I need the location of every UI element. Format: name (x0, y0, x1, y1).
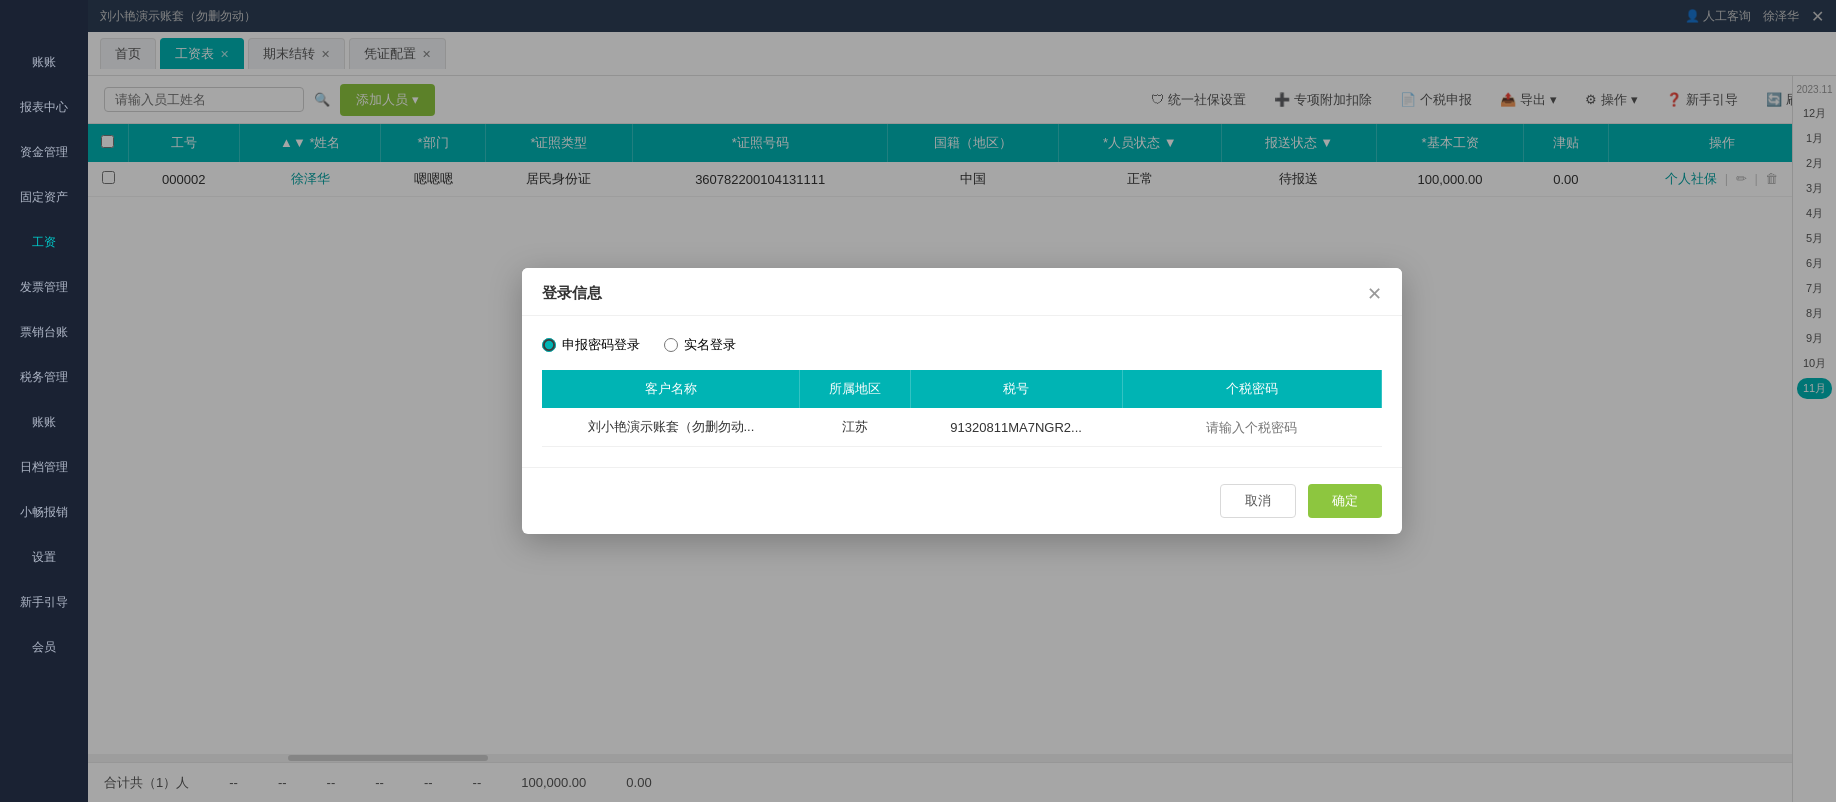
confirm-button[interactable]: 确定 (1308, 484, 1382, 518)
modal-col-client: 客户名称 (542, 370, 800, 408)
radio-password-input[interactable] (542, 338, 556, 352)
modal-overlay: 登录信息 ✕ 申报密码登录 实名登录 客户名称 所属地区 (88, 0, 1836, 802)
sidebar-item-assets[interactable]: 固定资产 (0, 175, 88, 220)
login-info-modal: 登录信息 ✕ 申报密码登录 实名登录 客户名称 所属地区 (522, 268, 1402, 534)
modal-title: 登录信息 (542, 284, 602, 303)
modal-region: 江苏 (842, 419, 868, 434)
sidebar-item-accounting[interactable]: 账账 (0, 40, 88, 85)
modal-region-cell: 江苏 (800, 408, 910, 447)
modal-col-region: 所属地区 (800, 370, 910, 408)
modal-taxno-cell: 91320811MA7NGR2... (910, 408, 1122, 447)
radio-realname-label: 实名登录 (684, 336, 736, 354)
login-type-radio-group: 申报密码登录 实名登录 (542, 336, 1382, 354)
modal-taxpwd-cell (1122, 408, 1381, 447)
modal-col-taxpwd: 个税密码 (1122, 370, 1381, 408)
modal-table-row: 刘小艳演示账套（勿删勿动... 江苏 91320811MA7NGR2... (542, 408, 1382, 447)
sidebar-item-invoice[interactable]: 发票管理 (0, 265, 88, 310)
radio-password-login[interactable]: 申报密码登录 (542, 336, 640, 354)
sidebar-item-salary[interactable]: 工资 (0, 220, 88, 265)
sidebar-item-ticket[interactable]: 票销台账 (0, 310, 88, 355)
sidebar-item-reports[interactable]: 报表中心 (0, 85, 88, 130)
modal-close-button[interactable]: ✕ (1367, 285, 1382, 303)
modal-body: 申报密码登录 实名登录 客户名称 所属地区 税号 个税密码 (522, 316, 1402, 467)
modal-taxno: 91320811MA7NGR2... (950, 420, 1082, 435)
sidebar-item-guide[interactable]: 新手引导 (0, 580, 88, 625)
sidebar-item-funds[interactable]: 资金管理 (0, 130, 88, 175)
radio-realname-login[interactable]: 实名登录 (664, 336, 736, 354)
sidebar-item-member[interactable]: 会员 (0, 625, 88, 670)
modal-col-taxno: 税号 (910, 370, 1122, 408)
cancel-button[interactable]: 取消 (1220, 484, 1296, 518)
accounting-label: 账账 (32, 55, 56, 69)
modal-client-name: 刘小艳演示账套（勿删勿动... (588, 419, 755, 434)
modal-header: 登录信息 ✕ (522, 268, 1402, 316)
sidebar-item-settings[interactable]: 设置 (0, 535, 88, 580)
login-info-table: 客户名称 所属地区 税号 个税密码 刘小艳演示账套（勿删勿动... 江苏 (542, 370, 1382, 447)
sidebar-item-archive[interactable]: 日档管理 (0, 445, 88, 490)
radio-realname-input[interactable] (664, 338, 678, 352)
modal-client-name-cell: 刘小艳演示账套（勿删勿动... (542, 408, 800, 447)
sidebar-item-ledger[interactable]: 账账 (0, 400, 88, 445)
sidebar: 账账 报表中心 资金管理 固定资产 工资 发票管理 票销台账 税务管理 账账 日… (0, 0, 88, 802)
radio-password-label: 申报密码登录 (562, 336, 640, 354)
sidebar-item-expense[interactable]: 小畅报销 (0, 490, 88, 535)
modal-footer: 取消 确定 (522, 467, 1402, 534)
sidebar-item-tax[interactable]: 税务管理 (0, 355, 88, 400)
tax-password-input[interactable] (1138, 420, 1365, 435)
